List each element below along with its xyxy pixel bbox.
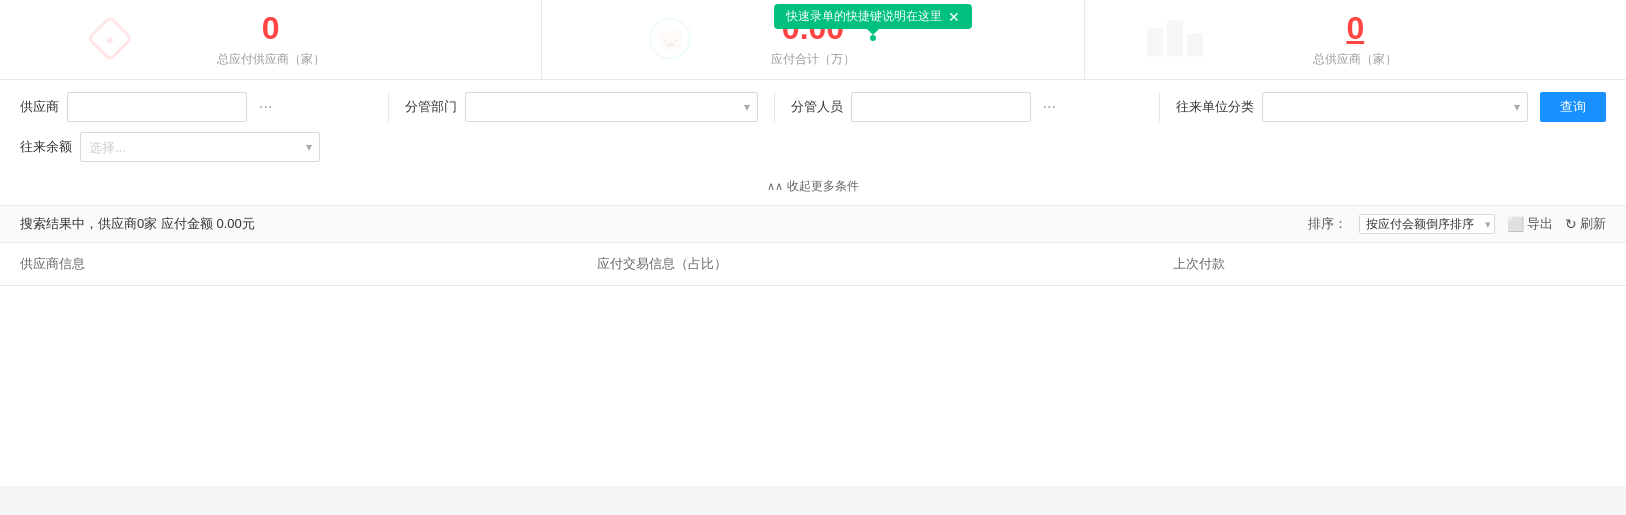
stat-total-payable-suppliers: ◆ 0 总应付供应商（家） bbox=[0, 0, 542, 79]
filter-section: 供应商 ··· 分管部门 ▾ 分管人员 ··· 往来单位分类 bbox=[0, 80, 1626, 206]
tooltip-text: 快速录单的快捷键说明在这里 bbox=[786, 8, 942, 25]
stat-value-total-suppliers: 0 bbox=[1346, 11, 1364, 46]
table-body bbox=[0, 286, 1626, 486]
tooltip-dot bbox=[868, 33, 878, 43]
unit-class-label: 往来单位分类 bbox=[1176, 98, 1254, 116]
collapse-label: 收起更多条件 bbox=[787, 178, 859, 195]
stat-payable-total: 🐷 快速录单的快捷键说明在这里 ✕ 0.00 应付合计（万） bbox=[542, 0, 1084, 79]
filter-person: 分管人员 ··· bbox=[791, 92, 1143, 122]
filter-unit-class: 往来单位分类 ▾ bbox=[1176, 92, 1528, 122]
filter-balance: 往来余额 ▾ bbox=[20, 132, 320, 162]
stat-icon-piggy: 🐷 bbox=[642, 10, 698, 69]
supplier-label: 供应商 bbox=[20, 98, 59, 116]
balance-label: 往来余额 bbox=[20, 138, 72, 156]
sort-select[interactable]: 按应付会额倒序排序 bbox=[1359, 214, 1495, 234]
refresh-label: 刷新 bbox=[1580, 215, 1606, 233]
table-col-header-2: 应付交易信息（占比） bbox=[597, 255, 1174, 273]
export-label: 导出 bbox=[1527, 215, 1553, 233]
department-label: 分管部门 bbox=[405, 98, 457, 116]
person-label: 分管人员 bbox=[791, 98, 843, 116]
filter-department: 分管部门 ▾ bbox=[405, 92, 757, 122]
stat-icon-boxes bbox=[1145, 18, 1205, 61]
filter-row-2: 往来余额 ▾ bbox=[20, 132, 1606, 162]
tooltip-close-icon[interactable]: ✕ bbox=[948, 10, 960, 24]
department-select[interactable] bbox=[465, 92, 757, 122]
export-button[interactable]: ⬜ 导出 bbox=[1507, 215, 1553, 233]
stats-bar: ◆ 0 总应付供应商（家） 🐷 快速录单的快捷键说明在这里 ✕ 0.00 应付合… bbox=[0, 0, 1626, 80]
result-actions: 排序： 按应付会额倒序排序 ▾ ⬜ 导出 ↻ 刷新 bbox=[1308, 214, 1606, 234]
query-btn-wrapper: 查询 bbox=[1540, 92, 1606, 122]
department-select-wrapper: ▾ bbox=[465, 92, 757, 122]
stat-label-total-suppliers: 总供应商（家） bbox=[1313, 51, 1397, 68]
svg-rect-4 bbox=[1147, 28, 1163, 56]
person-dots[interactable]: ··· bbox=[1039, 98, 1060, 116]
stat-label-payable-suppliers: 总应付供应商（家） bbox=[217, 51, 325, 68]
balance-select-wrapper: ▾ bbox=[80, 132, 320, 162]
export-icon: ⬜ bbox=[1507, 216, 1524, 232]
unit-class-select[interactable] bbox=[1262, 92, 1528, 122]
svg-text:🐷: 🐷 bbox=[657, 25, 685, 52]
divider-3 bbox=[1159, 92, 1160, 122]
collapse-row: ∧∧ 收起更多条件 bbox=[20, 172, 1606, 205]
divider-2 bbox=[774, 92, 775, 122]
refresh-button[interactable]: ↻ 刷新 bbox=[1565, 215, 1606, 233]
svg-text:◆: ◆ bbox=[106, 33, 114, 44]
person-input[interactable] bbox=[851, 92, 1031, 122]
stat-label-payable-total: 应付合计（万） bbox=[771, 51, 855, 68]
unit-class-select-wrapper: ▾ bbox=[1262, 92, 1528, 122]
svg-rect-5 bbox=[1167, 20, 1183, 56]
balance-input[interactable] bbox=[80, 132, 320, 162]
collapse-button[interactable]: ∧∧ 收起更多条件 bbox=[767, 178, 859, 195]
quick-entry-tooltip: 快速录单的快捷键说明在这里 ✕ bbox=[774, 4, 972, 29]
sort-label: 排序： bbox=[1308, 215, 1347, 233]
refresh-icon: ↻ bbox=[1565, 216, 1577, 232]
stat-icon-diamond: ◆ bbox=[80, 8, 140, 71]
svg-rect-6 bbox=[1187, 33, 1203, 56]
sort-select-wrapper: 按应付会额倒序排序 ▾ bbox=[1359, 214, 1495, 234]
table-header: 供应商信息 应付交易信息（占比） 上次付款 bbox=[0, 243, 1626, 286]
filter-supplier: 供应商 ··· bbox=[20, 92, 372, 122]
result-bar: 搜索结果中，供应商0家 应付金额 0.00元 排序： 按应付会额倒序排序 ▾ ⬜… bbox=[0, 206, 1626, 243]
collapse-up-icon: ∧∧ bbox=[767, 180, 783, 193]
query-button[interactable]: 查询 bbox=[1540, 92, 1606, 122]
stat-total-suppliers: 0 总供应商（家） bbox=[1085, 0, 1626, 79]
table-col-header-1: 供应商信息 bbox=[20, 255, 597, 273]
table-col-header-3: 上次付款 bbox=[1173, 255, 1606, 273]
divider-1 bbox=[388, 92, 389, 122]
stat-value-payable-suppliers: 0 bbox=[262, 11, 280, 46]
supplier-input[interactable] bbox=[67, 92, 247, 122]
filter-row-1: 供应商 ··· 分管部门 ▾ 分管人员 ··· 往来单位分类 bbox=[20, 92, 1606, 122]
supplier-dots[interactable]: ··· bbox=[255, 98, 276, 116]
result-info-text: 搜索结果中，供应商0家 应付金额 0.00元 bbox=[20, 215, 255, 233]
